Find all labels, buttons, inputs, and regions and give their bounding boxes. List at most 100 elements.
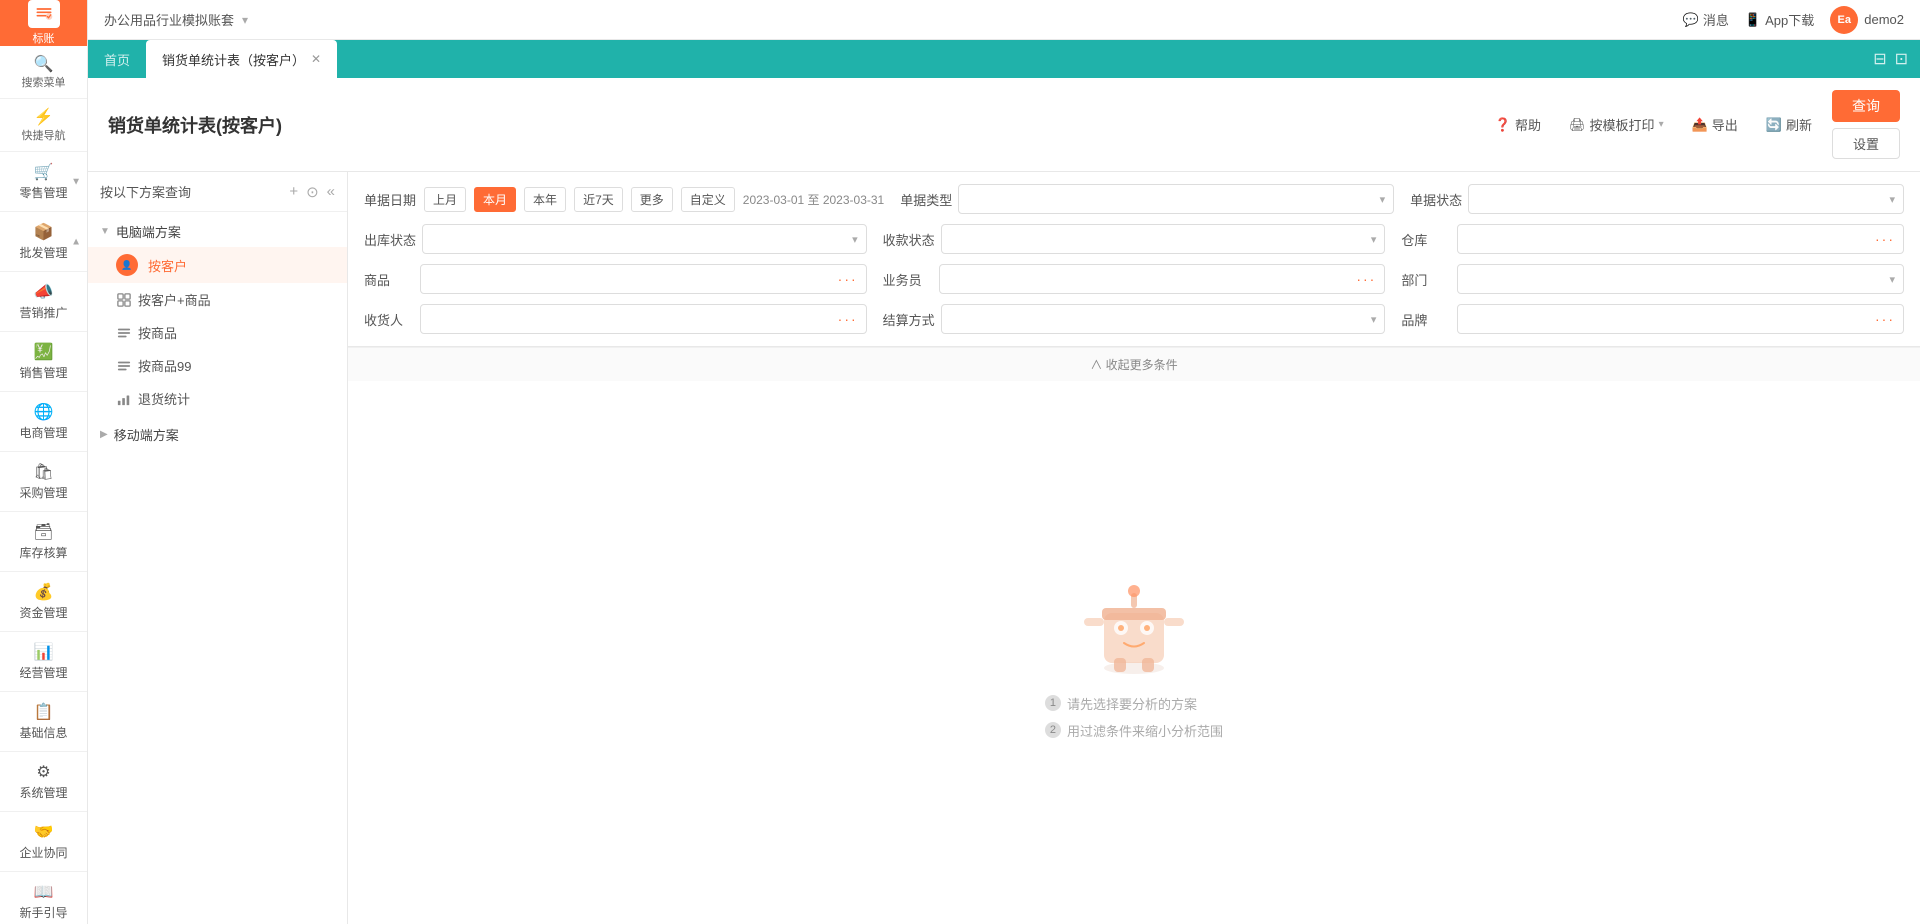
scheme-item-by-customer-product[interactable]: 按客户+商品 xyxy=(88,283,347,316)
sidebar-finance[interactable]: 💰 资金管理 xyxy=(0,572,87,632)
print-icon: 🖨 xyxy=(1569,117,1586,133)
header-app-title: 办公用品行业模拟账套 xyxy=(104,10,234,29)
empty-tips: 1 请先选择要分析的方案 2 用过滤条件来缩小分析范围 xyxy=(1045,694,1223,748)
filter-item-doc-status: 单据状态 ▾ xyxy=(1410,184,1904,214)
query-button[interactable]: 查询 xyxy=(1832,90,1900,122)
empty-state: 1 请先选择要分析的方案 2 用过滤条件来缩小分析范围 xyxy=(348,381,1920,924)
sidebar-system[interactable]: ⚙ 系统管理 xyxy=(0,752,87,812)
tip-text-2: 用过滤条件来缩小分析范围 xyxy=(1067,721,1223,740)
scheme-by-product-label: 按商品 xyxy=(138,323,177,342)
mobile-scheme-group[interactable]: ▶ 移动端方案 xyxy=(88,419,347,450)
scheme-panel: 按以下方案查询 + ⊙ « ▼ 电脑端方案 👤 xyxy=(88,172,348,924)
department-label: 部门 xyxy=(1401,270,1451,289)
tab-home-label: 首页 xyxy=(104,50,130,69)
sidebar: 标账 🔍 搜索菜单 ⚡ 快捷导航 🛒 零售管理 ▼ 📦 批发管理 ▲ 📣 营销推… xyxy=(0,0,88,924)
filter-item-settlement: 结算方式 ▾ xyxy=(883,304,1386,334)
out-status-input[interactable]: ▾ xyxy=(422,224,867,254)
department-input[interactable]: ▾ xyxy=(1457,264,1904,294)
mobile-group-label: 移动端方案 xyxy=(114,425,179,444)
message-icon: 💬 xyxy=(1683,12,1699,28)
out-status-arrow-icon: ▾ xyxy=(852,233,858,246)
tab-close-icon[interactable]: ✕ xyxy=(311,53,321,65)
help-button[interactable]: ❓ 帮助 xyxy=(1487,111,1549,138)
date-filter: 上月 本月 本年 近7天 更多 自定义 2023-03-01 至 2023-03… xyxy=(424,187,884,212)
tab-maximize-icon[interactable]: ⊡ xyxy=(1895,49,1908,69)
sidebar-enterprise-agreement[interactable]: 🤝 企业协同 xyxy=(0,812,87,872)
desktop-group-arrow-icon: ▼ xyxy=(100,226,110,237)
main-area: 办公用品行业模拟账套 ▾ 💬 消息 📱 App下载 Ea demo2 首页 xyxy=(88,0,1920,924)
sidebar-onboarding[interactable]: 📖 新手引导 xyxy=(0,872,87,924)
scheme-item-by-product-99[interactable]: 按商品99 xyxy=(88,349,347,382)
date-btn-last-7-days[interactable]: 近7天 xyxy=(574,187,623,212)
sidebar-ecommerce[interactable]: 🌐 电商管理 xyxy=(0,392,87,452)
brand-input[interactable]: ··· xyxy=(1457,304,1904,334)
collapse-more-conditions-button[interactable]: ∧ 收起更多条件 xyxy=(348,347,1920,381)
desktop-group-header[interactable]: ▼ 电脑端方案 xyxy=(88,216,347,247)
sidebar-inventory[interactable]: 🗃 库存核算 xyxy=(0,512,87,572)
quick-nav-label: 快捷导航 xyxy=(22,127,66,143)
messages-button[interactable]: 💬 消息 xyxy=(1683,10,1729,29)
print-dropdown-icon: ▾ xyxy=(1659,119,1664,130)
ecommerce-label: 电商管理 xyxy=(19,424,67,441)
tab-home[interactable]: 首页 xyxy=(88,40,146,78)
date-btn-this-year[interactable]: 本年 xyxy=(524,187,566,212)
sidebar-wholesale-management[interactable]: 📦 批发管理 ▲ xyxy=(0,212,87,272)
salesperson-input[interactable]: ··· xyxy=(939,264,1386,294)
scheme-add-icon[interactable]: + xyxy=(289,183,298,200)
date-btn-custom[interactable]: 自定义 xyxy=(681,187,735,212)
filter-item-brand: 品牌 ··· xyxy=(1401,304,1904,334)
refresh-button[interactable]: 🔄 刷新 xyxy=(1758,111,1820,138)
filter-row-date: 单据日期 上月 本月 本年 近7天 更多 自定义 2023-03-01 至 20… xyxy=(364,184,1904,214)
receiver-label: 收货人 xyxy=(364,310,414,329)
doc-status-label: 单据状态 xyxy=(1410,190,1462,209)
operations-icon: 📊 xyxy=(34,642,54,662)
receipt-status-input[interactable]: ▾ xyxy=(941,224,1386,254)
page-title: 销货单统计表(按客户) xyxy=(108,112,282,138)
search-menu-item[interactable]: 🔍 搜索菜单 xyxy=(0,46,87,99)
user-profile[interactable]: Ea demo2 xyxy=(1830,6,1904,34)
scheme-item-by-customer[interactable]: 👤 按客户 xyxy=(88,247,347,283)
marketing-icon: 📣 xyxy=(34,282,54,302)
retail-arrow-icon: ▼ xyxy=(71,176,81,187)
template-print-button[interactable]: 🖨 按模板打印 ▾ xyxy=(1561,111,1672,138)
product-input[interactable]: ··· xyxy=(420,264,867,294)
receipt-status-label: 收款状态 xyxy=(883,230,935,249)
scheme-item-return-stat[interactable]: 退货统计 xyxy=(88,382,347,415)
scheme-settings-icon[interactable]: ⊙ xyxy=(306,183,319,201)
empty-tip-1: 1 请先选择要分析的方案 xyxy=(1045,694,1223,713)
app-download-button[interactable]: 📱 App下载 xyxy=(1745,10,1814,29)
agreement-label: 企业协同 xyxy=(19,844,67,861)
sidebar-sales-management[interactable]: 💹 销售管理 xyxy=(0,332,87,392)
doc-type-input[interactable]: ▾ xyxy=(958,184,1394,214)
tab-sales-stat[interactable]: 销货单统计表（按客户） ✕ xyxy=(146,40,337,78)
date-btn-this-month[interactable]: 本月 xyxy=(474,187,516,212)
retail-label: 零售管理 xyxy=(19,184,67,201)
desktop-scheme-group: ▼ 电脑端方案 👤 按客户 按客户+商品 xyxy=(88,212,347,419)
app-logo[interactable]: 标账 xyxy=(0,0,88,46)
receiver-input[interactable]: ··· xyxy=(420,304,867,334)
warehouse-input[interactable]: ··· xyxy=(1457,224,1904,254)
sidebar-retail-management[interactable]: 🛒 零售管理 ▼ xyxy=(0,152,87,212)
receiver-dots-icon: ··· xyxy=(838,311,858,327)
header-dropdown-arrow-icon[interactable]: ▾ xyxy=(242,13,248,27)
page-header-actions: ❓ 帮助 🖨 按模板打印 ▾ 📤 导出 🔄 刷新 查询 xyxy=(1487,90,1900,159)
sidebar-purchase[interactable]: 🛍 采购管理 xyxy=(0,452,87,512)
settlement-input[interactable]: ▾ xyxy=(941,304,1386,334)
doc-status-input[interactable]: ▾ xyxy=(1468,184,1904,214)
sidebar-operations[interactable]: 📊 经营管理 xyxy=(0,632,87,692)
date-btn-more[interactable]: 更多 xyxy=(631,187,673,212)
customer-product-icon xyxy=(116,292,132,308)
scheme-collapse-icon[interactable]: « xyxy=(327,183,335,200)
product-label: 商品 xyxy=(364,270,414,289)
settings-button[interactable]: 设置 xyxy=(1832,128,1900,159)
scheme-header: 按以下方案查询 + ⊙ « xyxy=(88,172,347,212)
date-btn-last-month[interactable]: 上月 xyxy=(424,187,466,212)
tab-minimize-icon[interactable]: ⊟ xyxy=(1873,49,1886,69)
sidebar-basic-info[interactable]: 📋 基础信息 xyxy=(0,692,87,752)
page-content: 销货单统计表(按客户) ❓ 帮助 🖨 按模板打印 ▾ 📤 导出 🔄 刷新 xyxy=(88,78,1920,924)
export-button[interactable]: 📤 导出 xyxy=(1684,111,1746,138)
quick-nav-item[interactable]: ⚡ 快捷导航 xyxy=(0,99,87,152)
avatar: Ea xyxy=(1830,6,1858,34)
scheme-item-by-product[interactable]: 按商品 xyxy=(88,316,347,349)
sidebar-marketing[interactable]: 📣 营销推广 xyxy=(0,272,87,332)
